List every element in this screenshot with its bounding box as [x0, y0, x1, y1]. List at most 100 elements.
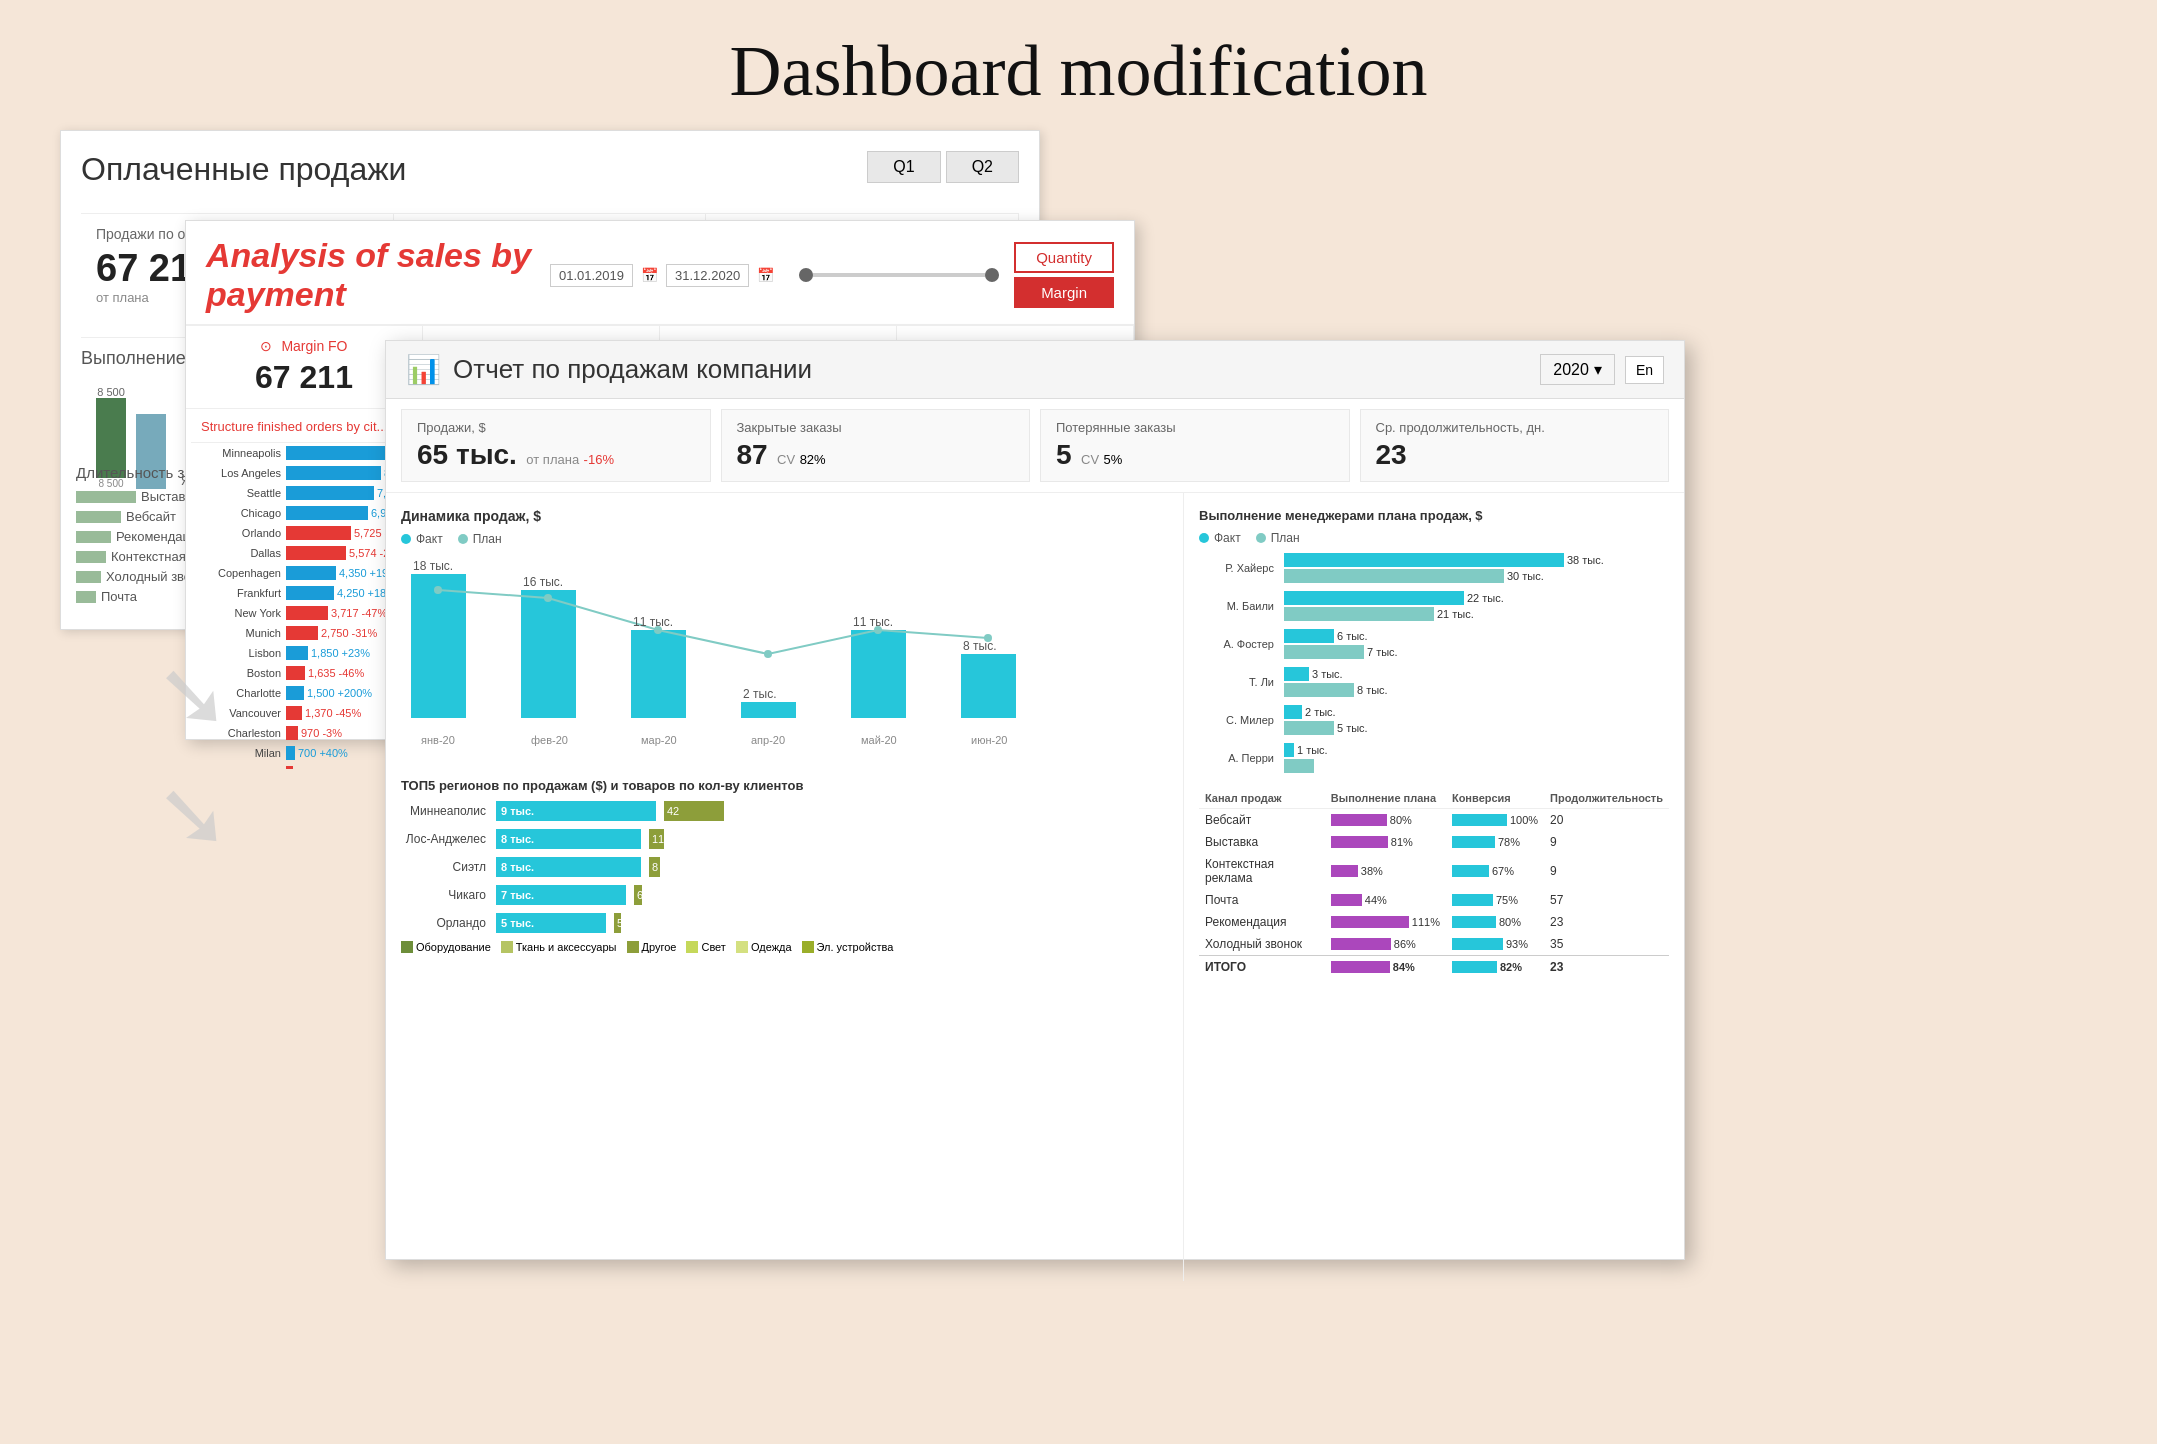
mgr-fact-val-2: 6 тыс.	[1337, 630, 1368, 642]
city-bar-neg-9	[286, 626, 318, 640]
x-label-mar: мар-20	[641, 734, 677, 746]
duration-bar-1	[76, 511, 121, 523]
fact-dot	[401, 534, 411, 544]
top5-row-3: Чикаго 7 тыс. 6	[401, 885, 1168, 905]
manager-bars-0: 38 тыс. 30 тыс.	[1284, 553, 1604, 583]
manager-row-5: А. Перри 1 тыс.	[1199, 743, 1669, 773]
mid-header: Analysis of sales by payment 01.01.2019 …	[186, 221, 1134, 326]
top5-bar-olive-0: 42	[664, 801, 724, 821]
top5-city-1: Лос-Анджелес	[401, 832, 491, 846]
sales-chart-section: Динамика продаж, $ Факт План	[401, 508, 1168, 758]
mgr-fact-val-1: 22 тыс.	[1467, 592, 1504, 604]
product-item-5: Эл. устройства	[802, 941, 894, 953]
mgr-fact-val-4: 2 тыс.	[1305, 706, 1336, 718]
channel-row-1: Выставка 81% 78% 9	[1199, 831, 1669, 853]
city-value-11: 1,635 -46%	[308, 667, 364, 679]
product-legend: Оборудование Ткань и аксессуары Другое С…	[401, 941, 1168, 953]
product-item-4: Одежда	[736, 941, 792, 953]
plan-title: Выполнение менеджерами плана продаж, $	[1199, 508, 1669, 523]
manager-row-0: Р. Хайерс 38 тыс. 30 тыс.	[1199, 553, 1669, 583]
label-jan: 18 тыс.	[413, 559, 453, 573]
top5-section: ТОП5 регионов по продажам ($) и товаров …	[401, 778, 1168, 953]
city-value-9: 2,750 -31%	[321, 627, 377, 639]
ch-plan-bar-5	[1331, 938, 1391, 950]
city-name-3: Chicago	[196, 507, 286, 519]
city-bar-pos-2	[286, 486, 374, 500]
channel-row-3: Почта 44% 75% 57	[1199, 889, 1669, 911]
date-slider[interactable]	[799, 273, 999, 277]
city-value-16: 550 -45%	[296, 767, 343, 769]
product-color-2	[627, 941, 639, 953]
ch-conv-bar-1	[1452, 836, 1495, 848]
duration-bar-0	[76, 491, 136, 503]
mgr-plan-bar-0	[1284, 569, 1504, 583]
mid-slider-container	[799, 273, 999, 277]
mgr-fact-val-0: 38 тыс.	[1567, 554, 1604, 566]
top5-row-2: Сиэтл 8 тыс. 8	[401, 857, 1168, 877]
arrow-down-2: ➘	[155, 770, 230, 860]
city-bar-pos-1	[286, 466, 381, 480]
arrow-container: ➘ ➘	[155, 650, 230, 890]
kpi-duration: Ср. продолжительность, дн. 23	[1360, 409, 1670, 482]
city-bar-neg-16	[286, 766, 293, 769]
calendar-icon-from: 📅	[641, 267, 658, 283]
duration-bar-3	[76, 551, 106, 563]
margin-button[interactable]: Margin	[1014, 277, 1114, 308]
ch-dur-4: 23	[1544, 911, 1669, 933]
channel-row-5: Холодный звонок 86% 93% 35	[1199, 933, 1669, 956]
mgr-plan-bar-5	[1284, 759, 1314, 773]
front-title-row: 📊 Отчет по продажам компании	[406, 353, 812, 386]
city-name-7: Frankfurt	[196, 587, 286, 599]
product-color-5	[802, 941, 814, 953]
ch-conv-pct-5: 93%	[1506, 938, 1528, 950]
mgr-fact-val-5: 1 тыс.	[1297, 744, 1328, 756]
tab-q2[interactable]: Q2	[946, 151, 1019, 183]
year-selector[interactable]: 2020 ▾	[1540, 354, 1615, 385]
top5-title: ТОП5 регионов по продажам ($) и товаров …	[401, 778, 1168, 793]
front-content: Динамика продаж, $ Факт План	[386, 493, 1684, 1281]
mgr-fact-bar-0	[1284, 553, 1564, 567]
city-name-0: Minneapolis	[196, 447, 286, 459]
dash-bg-title: Оплаченные продажи	[81, 151, 406, 188]
ch-dur-0: 20	[1544, 809, 1669, 832]
mgr-plan-val-0: 30 тыс.	[1507, 570, 1544, 582]
mid-header-right: 01.01.2019 📅 31.12.2020 📅 Quantity Margi…	[550, 242, 1114, 308]
top5-row-4: Орландо 5 тыс. 5	[401, 913, 1168, 933]
city-value-13: 1,370 -45%	[305, 707, 361, 719]
x-label-may: май-20	[861, 734, 897, 746]
ch-conv-bar-5	[1452, 938, 1503, 950]
ch-conv-pct-6: 82%	[1500, 961, 1522, 973]
tab-q1[interactable]: Q1	[867, 151, 940, 183]
ch-conv-pct-1: 78%	[1498, 836, 1520, 848]
plan-point-4	[764, 650, 772, 658]
manager-plan-dot	[1256, 533, 1266, 543]
manager-name-2: А. Фостер	[1199, 638, 1279, 650]
legend-plan: План	[458, 532, 502, 546]
slider-thumb-left[interactable]	[799, 268, 813, 282]
date-to[interactable]: 31.12.2020	[666, 264, 749, 287]
duration-bar-2	[76, 531, 111, 543]
ch-plan-bar-6	[1331, 961, 1390, 973]
manager-name-3: Т. Ли	[1199, 676, 1279, 688]
top5-row-0: Миннеаполис 9 тыс. 42	[401, 801, 1168, 821]
ch-name-6: ИТОГО	[1199, 956, 1325, 979]
lang-button[interactable]: En	[1625, 356, 1664, 384]
mid-buttons: Quantity Margin	[1014, 242, 1114, 308]
channel-table-header: Канал продаж Выполнение плана Конверсия …	[1199, 788, 1669, 809]
product-color-0	[401, 941, 413, 953]
city-bar-neg-14	[286, 726, 298, 740]
manager-legend-plan: План	[1256, 531, 1300, 545]
slider-thumb-right[interactable]	[985, 268, 999, 282]
city-bar-neg-8	[286, 606, 328, 620]
ch-plan-pct-3: 44%	[1365, 894, 1387, 906]
quantity-button[interactable]: Quantity	[1014, 242, 1114, 273]
ch-plan-bar-1	[1331, 836, 1388, 848]
city-name-8: New York	[196, 607, 286, 619]
product-color-4	[736, 941, 748, 953]
date-from[interactable]: 01.01.2019	[550, 264, 633, 287]
ch-name-4: Рекомендация	[1199, 911, 1325, 933]
city-name-6: Copenhagen	[196, 567, 286, 579]
ch-name-5: Холодный звонок	[1199, 933, 1325, 956]
ch-conv-pct-3: 75%	[1496, 894, 1518, 906]
x-label-jun: июн-20	[971, 734, 1007, 746]
